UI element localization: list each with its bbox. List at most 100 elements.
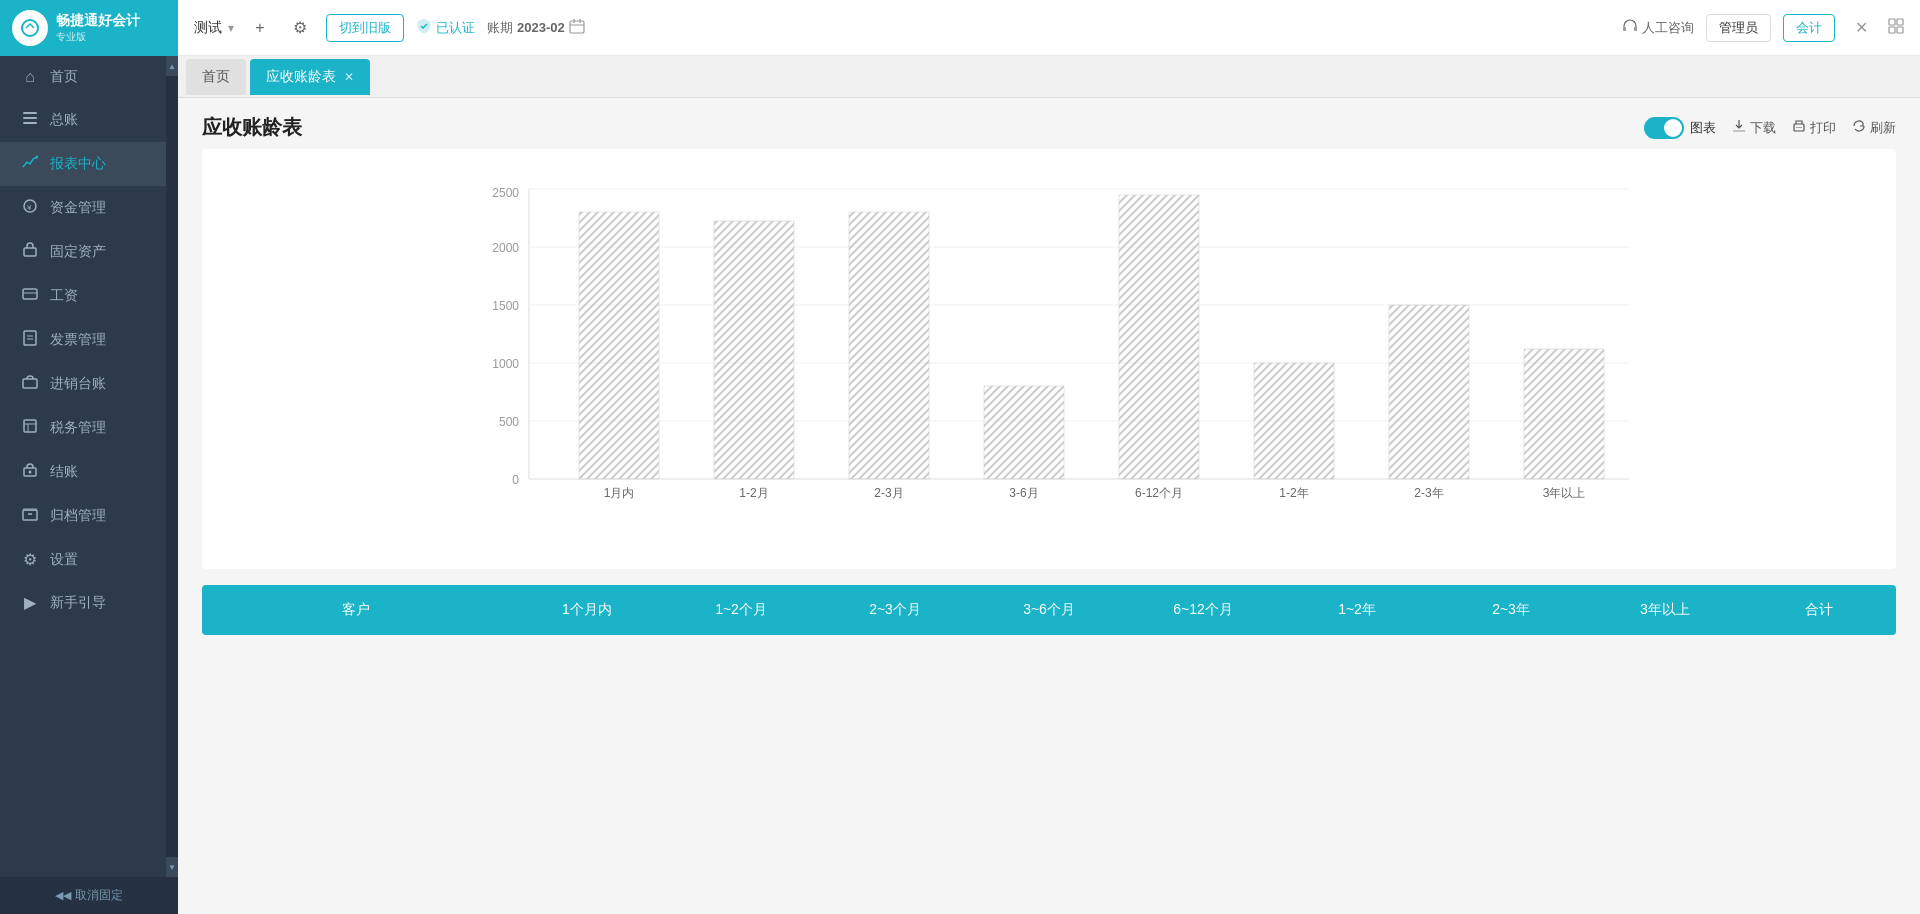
svg-text:0: 0 xyxy=(512,473,519,487)
sidebar-item-funds[interactable]: ¥ 资金管理 xyxy=(0,186,178,230)
th-3plus-year: 3年以上 xyxy=(1588,585,1742,635)
svg-text:¥: ¥ xyxy=(26,203,32,212)
svg-point-18 xyxy=(29,471,32,474)
svg-point-0 xyxy=(22,20,38,36)
logo-text: 畅捷通好会计 专业版 xyxy=(56,12,140,44)
scroll-down-arrow[interactable]: ▼ xyxy=(166,857,178,877)
reports-icon xyxy=(20,154,40,174)
consult-button[interactable]: 人工咨询 xyxy=(1622,18,1694,37)
inventory-icon xyxy=(20,374,40,394)
svg-text:1000: 1000 xyxy=(492,357,519,371)
th-6-12month: 6~12个月 xyxy=(1126,585,1280,635)
logo-icon xyxy=(12,10,48,46)
svg-text:1500: 1500 xyxy=(492,299,519,313)
sidebar-item-invoice[interactable]: 发票管理 xyxy=(0,318,178,362)
sidebar-scrollbar: ▲ ▼ xyxy=(166,56,178,877)
sidebar-item-archive[interactable]: 归档管理 xyxy=(0,494,178,538)
ledger-icon xyxy=(20,110,40,130)
headset-icon xyxy=(1622,18,1638,37)
expand-icon[interactable] xyxy=(1888,18,1904,38)
bar-2-3month xyxy=(849,212,929,479)
sidebar-logo: 畅捷通好会计 专业版 xyxy=(0,0,178,56)
svg-rect-31 xyxy=(1897,27,1903,33)
data-table: 客户 1个月内 1~2个月 2~3个月 3~6个月 6~12个月 1~2年 2~… xyxy=(202,585,1896,635)
verified-badge: 已认证 xyxy=(416,18,475,37)
th-2-3month: 2~3个月 xyxy=(818,585,972,635)
tax-icon xyxy=(20,418,40,438)
guide-icon: ▶ xyxy=(20,593,40,612)
svg-rect-10 xyxy=(24,331,36,345)
svg-rect-1 xyxy=(23,112,37,114)
svg-text:2-3月: 2-3月 xyxy=(874,486,903,500)
th-3-6month: 3~6个月 xyxy=(972,585,1126,635)
close-accounts-icon xyxy=(20,462,40,482)
close-icon[interactable]: ✕ xyxy=(1855,18,1868,37)
chart-toggle-switch[interactable] xyxy=(1644,117,1684,139)
cancel-fixed-btn[interactable]: ◀◀ 取消固定 xyxy=(0,877,178,914)
topbar-right: 人工咨询 管理员 会计 ✕ xyxy=(1622,14,1904,42)
payroll-icon xyxy=(20,286,40,306)
bar-1month xyxy=(579,212,659,479)
svg-rect-28 xyxy=(1889,19,1895,25)
sidebar-item-guide[interactable]: ▶ 新手引导 xyxy=(0,581,178,624)
svg-rect-8 xyxy=(23,289,37,299)
sidebar-item-tax[interactable]: 税务管理 xyxy=(0,406,178,450)
archive-icon xyxy=(20,506,40,526)
settings-icon: ⚙ xyxy=(20,550,40,569)
svg-text:3-6月: 3-6月 xyxy=(1009,486,1038,500)
download-button[interactable]: 下载 xyxy=(1732,119,1776,137)
settings-button[interactable]: ⚙ xyxy=(286,14,314,42)
svg-rect-33 xyxy=(1796,127,1802,128)
svg-rect-26 xyxy=(1623,27,1626,31)
tab-home[interactable]: 首页 xyxy=(186,59,246,95)
switch-version-button[interactable]: 切到旧版 xyxy=(326,14,404,42)
topbar: 测试 ▾ + ⚙ 切到旧版 已认证 账期 2023-02 xyxy=(178,0,1920,56)
tab-aging[interactable]: 应收账龄表 ✕ xyxy=(250,59,370,95)
main-content: 测试 ▾ + ⚙ 切到旧版 已认证 账期 2023-02 xyxy=(178,0,1920,914)
svg-text:1月内: 1月内 xyxy=(604,486,635,500)
calendar-icon[interactable] xyxy=(569,18,585,37)
home-icon: ⌂ xyxy=(20,68,40,86)
scroll-up-arrow[interactable]: ▲ xyxy=(166,56,178,76)
plus-icon: + xyxy=(255,19,264,37)
sidebar-item-reports[interactable]: 报表中心 xyxy=(0,142,178,186)
page-actions: 图表 下载 打印 刷新 xyxy=(1644,117,1896,139)
user-button[interactable]: 管理员 xyxy=(1706,14,1771,42)
sidebar-item-settings[interactable]: ⚙ 设置 xyxy=(0,538,178,581)
th-1-2month: 1~2个月 xyxy=(664,585,818,635)
svg-rect-2 xyxy=(23,117,37,119)
add-project-button[interactable]: + xyxy=(246,14,274,42)
svg-text:2-3年: 2-3年 xyxy=(1414,486,1443,500)
sidebar-item-home[interactable]: ⌂ 首页 xyxy=(0,56,178,98)
bar-3plus-year xyxy=(1524,349,1604,479)
svg-rect-3 xyxy=(23,122,37,124)
refresh-button[interactable]: 刷新 xyxy=(1852,119,1896,137)
svg-text:500: 500 xyxy=(499,415,519,429)
sidebar-item-close[interactable]: 结账 xyxy=(0,450,178,494)
print-button[interactable]: 打印 xyxy=(1792,119,1836,137)
th-1-2year: 1~2年 xyxy=(1280,585,1434,635)
sidebar-item-assets[interactable]: 固定资产 xyxy=(0,230,178,274)
print-icon xyxy=(1792,119,1806,136)
svg-text:3年以上: 3年以上 xyxy=(1543,486,1586,500)
project-selector[interactable]: 测试 ▾ xyxy=(194,19,234,37)
svg-rect-22 xyxy=(570,21,584,33)
sidebar: 畅捷通好会计 专业版 ⌂ 首页 总账 报表中心 xyxy=(0,0,178,914)
sidebar-item-payroll[interactable]: 工资 xyxy=(0,274,178,318)
svg-text:1-2年: 1-2年 xyxy=(1279,486,1308,500)
sidebar-item-ledger[interactable]: 总账 xyxy=(0,98,178,142)
svg-text:6-12个月: 6-12个月 xyxy=(1135,486,1183,500)
role-button[interactable]: 会计 xyxy=(1783,14,1835,42)
bar-1-2month xyxy=(714,221,794,479)
svg-text:2000: 2000 xyxy=(492,241,519,255)
page-title: 应收账龄表 xyxy=(202,114,302,141)
th-total: 合计 xyxy=(1742,585,1896,635)
bar-chart: 0 500 1000 1500 2000 2500 1月内 xyxy=(222,169,1876,549)
table-header: 客户 1个月内 1~2个月 2~3个月 3~6个月 6~12个月 1~2年 2~… xyxy=(202,585,1896,635)
sidebar-item-inventory[interactable]: 进销台账 xyxy=(0,362,178,406)
invoice-icon xyxy=(20,330,40,350)
download-icon xyxy=(1732,119,1746,136)
tab-close-icon[interactable]: ✕ xyxy=(344,70,354,84)
svg-rect-29 xyxy=(1897,19,1903,25)
svg-rect-19 xyxy=(23,510,37,520)
